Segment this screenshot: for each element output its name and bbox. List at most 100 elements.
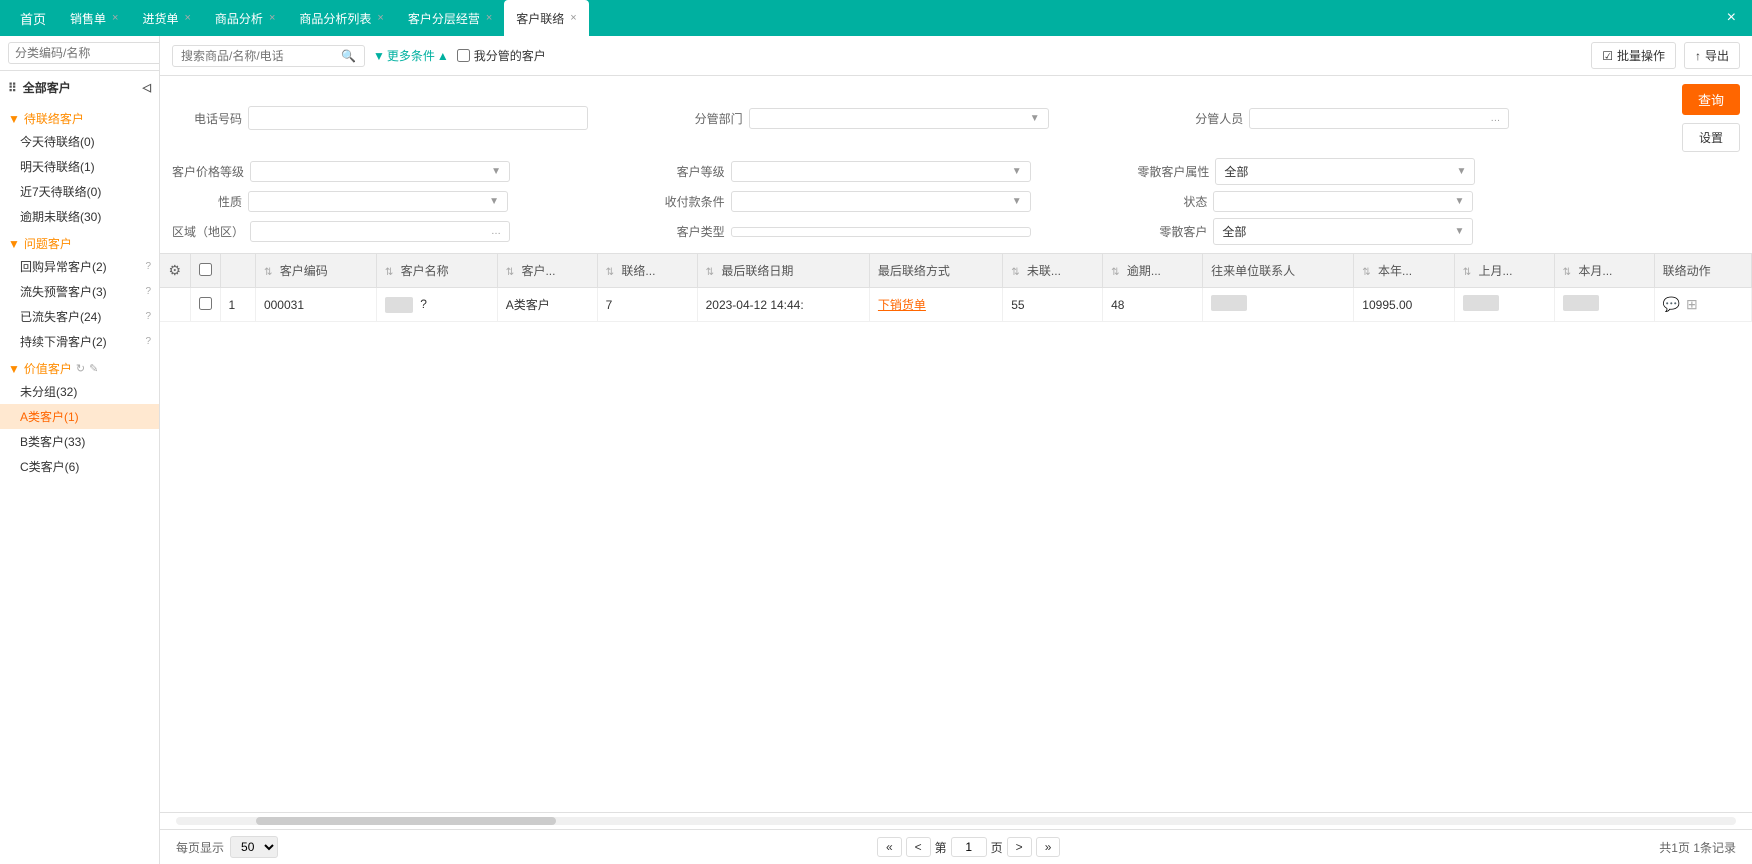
- sidebar-item-today-pending[interactable]: 今天待联络(0): [0, 129, 159, 154]
- table-check-all[interactable]: [199, 263, 212, 276]
- horizontal-scrollbar[interactable]: [160, 812, 1752, 829]
- value-group-edit-icon[interactable]: ✎: [89, 362, 98, 375]
- sidebar-item-tomorrow-pending[interactable]: 明天待联络(1): [0, 154, 159, 179]
- sidebar-item-loss-warning[interactable]: 流失预警客户(3) ?: [0, 279, 159, 304]
- table-check-col[interactable]: [190, 254, 220, 288]
- customer-type-select[interactable]: [731, 227, 1031, 237]
- last-page-button[interactable]: »: [1036, 837, 1061, 857]
- filter-more-conditions[interactable]: ▼ 更多条件 ▲: [373, 47, 449, 64]
- table-col-last-contact-method[interactable]: 最后联络方式: [869, 254, 1002, 288]
- table-col-customer-level[interactable]: ⇅ 客户...: [497, 254, 597, 288]
- sidebar-item-overdue[interactable]: 逾期未联络(30): [0, 204, 159, 229]
- first-page-button[interactable]: «: [877, 837, 902, 857]
- sidebar-all-customers[interactable]: ⠿ 全部客户 ◁: [0, 71, 159, 104]
- nature-select[interactable]: ▼: [248, 191, 508, 212]
- close-analysis-tab[interactable]: ×: [269, 12, 275, 24]
- row-contact-person: [1203, 288, 1354, 322]
- table-settings-col[interactable]: ⚙: [160, 254, 190, 288]
- sidebar-problem-group[interactable]: ▼ 问题客户: [0, 229, 159, 254]
- sidebar-pending-group[interactable]: ▼ 待联络客户: [0, 104, 159, 129]
- table-col-overdue[interactable]: ⇅ 逾期...: [1103, 254, 1203, 288]
- sidebar-item-c-class[interactable]: C类客户(6): [0, 454, 159, 479]
- dept-select[interactable]: ▼: [749, 108, 1049, 129]
- query-button[interactable]: 查询: [1682, 84, 1740, 115]
- row-checkbox[interactable]: [199, 297, 212, 310]
- close-sales-tab[interactable]: ×: [112, 12, 118, 24]
- grid-action-icon[interactable]: ⊞: [1686, 296, 1698, 313]
- sidebar-value-group[interactable]: ▼ 价值客户 ↻ ✎: [0, 354, 159, 379]
- filter-customer-grade: 客户等级 ▼: [655, 161, 1130, 182]
- sidebar-item-a-class[interactable]: A类客户(1): [0, 404, 159, 429]
- sort-level-icon: ⇅: [506, 267, 514, 278]
- nature-label: 性质: [172, 193, 242, 210]
- page-size-label: 每页显示: [176, 839, 224, 856]
- row-last-contact-method[interactable]: 下销货单: [869, 288, 1002, 322]
- retail-customer-select[interactable]: 全部 ▼: [1213, 218, 1473, 245]
- retail-attr-select[interactable]: 全部 ▼: [1215, 158, 1475, 185]
- pagination: « < 第 页 > »: [877, 837, 1060, 857]
- dots-icon: ⠿: [8, 81, 17, 95]
- scroll-track[interactable]: [176, 817, 1736, 825]
- nav-tab-customer-segment[interactable]: 客户分层经营 ×: [396, 0, 504, 36]
- close-purchase-tab[interactable]: ×: [184, 12, 190, 24]
- close-segment-tab[interactable]: ×: [486, 12, 492, 24]
- prev-page-button[interactable]: <: [906, 837, 931, 857]
- total-records: 共1页 1条记录: [1659, 839, 1736, 856]
- nav-tab-purchase[interactable]: 进货单 ×: [130, 0, 202, 36]
- region-select[interactable]: …: [250, 221, 510, 242]
- nav-home[interactable]: 首页: [8, 9, 58, 28]
- sidebar-search-area: 🔍: [0, 36, 159, 71]
- close-analysis-list-tab[interactable]: ×: [377, 12, 383, 24]
- batch-ops-button[interactable]: ☑ 批量操作: [1591, 42, 1676, 69]
- status-arrow: ▼: [1454, 196, 1464, 207]
- export-icon: ↑: [1695, 49, 1701, 63]
- table-col-this-year[interactable]: ⇅ 本年...: [1354, 254, 1454, 288]
- sidebar-item-declining[interactable]: 持续下滑客户(2) ?: [0, 329, 159, 354]
- sidebar-item-b-class[interactable]: B类客户(33): [0, 429, 159, 454]
- row-code[interactable]: 000031: [255, 288, 376, 322]
- table-col-last-contact-date[interactable]: ⇅ 最后联络日期: [697, 254, 869, 288]
- close-contact-tab[interactable]: ×: [570, 12, 576, 24]
- filter-bar: 🔍 ▼ 更多条件 ▲ 我分管的客户 ☑ 批量操作 ↑ 导出: [160, 36, 1752, 76]
- my-customers-check[interactable]: [457, 49, 470, 62]
- nav-tab-sales[interactable]: 销售单 ×: [58, 0, 130, 36]
- table-col-not-contacted[interactable]: ⇅ 未联...: [1003, 254, 1103, 288]
- sidebar-item-repurchase-abnormal[interactable]: 回购异常客户(2) ?: [0, 254, 159, 279]
- my-customers-checkbox[interactable]: 我分管的客户: [457, 47, 546, 64]
- person-select[interactable]: …: [1249, 108, 1509, 129]
- phone-input[interactable]: [248, 106, 588, 130]
- sidebar-item-lost[interactable]: 已流失客户(24) ?: [0, 304, 159, 329]
- table-col-this-month[interactable]: ⇅ 本月...: [1554, 254, 1654, 288]
- table-col-name[interactable]: ⇅ 客户名称: [376, 254, 497, 288]
- table-col-contact-person[interactable]: 往来单位联系人: [1203, 254, 1354, 288]
- price-grade-select[interactable]: ▼: [250, 161, 510, 182]
- value-group-refresh-icon[interactable]: ↻: [76, 362, 85, 375]
- payment-select[interactable]: ▼: [731, 191, 1031, 212]
- nav-tab-analysis-list[interactable]: 商品分析列表 ×: [287, 0, 395, 36]
- settings-button[interactable]: 设置: [1682, 123, 1740, 152]
- sidebar-collapse-icon[interactable]: ◁: [143, 81, 151, 94]
- sidebar: 🔍 ⠿ 全部客户 ◁ ▼ 待联络客户 今天待联络(0) 明天待联络(1) 近7天…: [0, 36, 160, 864]
- export-button[interactable]: ↑ 导出: [1684, 42, 1740, 69]
- table-col-contact-count[interactable]: ⇅ 联络...: [597, 254, 697, 288]
- chat-action-icon[interactable]: 💬: [1663, 296, 1680, 313]
- table-gear-icon[interactable]: ⚙: [168, 262, 181, 278]
- nav-tab-analysis[interactable]: 商品分析 ×: [203, 0, 287, 36]
- table-col-last-month[interactable]: ⇅ 上月...: [1454, 254, 1554, 288]
- nav-close-all[interactable]: ×: [1719, 9, 1744, 27]
- sidebar-item-ungraded[interactable]: 未分组(32): [0, 379, 159, 404]
- next-page-button[interactable]: >: [1007, 837, 1032, 857]
- page-number-input[interactable]: [951, 837, 987, 857]
- filter-search-input[interactable]: [181, 49, 341, 63]
- sidebar-search-input[interactable]: [8, 42, 160, 64]
- filter-search-icon[interactable]: 🔍: [341, 49, 356, 63]
- row-check-cell[interactable]: [190, 288, 220, 322]
- dept-dropdown-arrow: ▼: [1030, 113, 1040, 124]
- nav-tab-customer-contact[interactable]: 客户联络 ×: [504, 0, 588, 36]
- status-select[interactable]: ▼: [1213, 191, 1473, 212]
- customer-grade-select[interactable]: ▼: [731, 161, 1031, 182]
- page-size-select[interactable]: 50: [230, 836, 278, 858]
- table-col-code[interactable]: ⇅ 客户编码: [255, 254, 376, 288]
- scroll-thumb[interactable]: [256, 817, 556, 825]
- sidebar-item-7day-pending[interactable]: 近7天待联络(0): [0, 179, 159, 204]
